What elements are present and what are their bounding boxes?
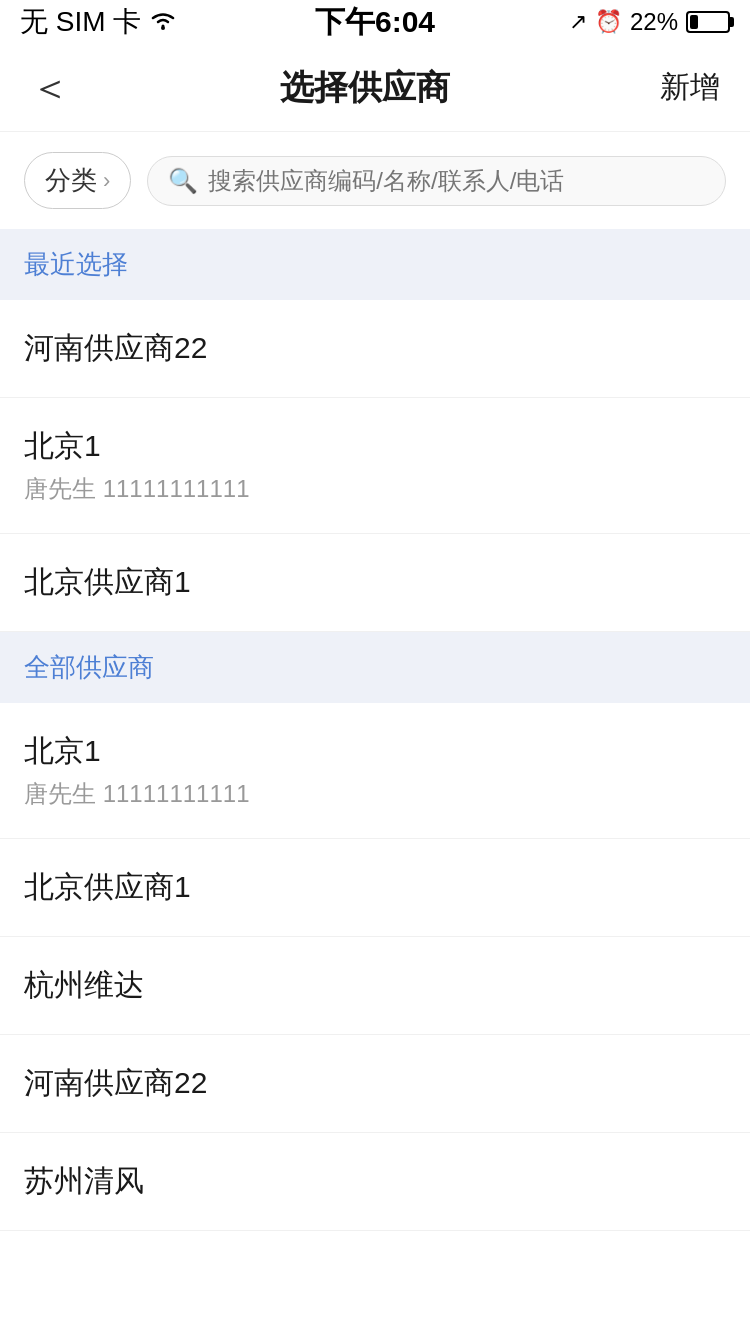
- page-title: 选择供应商: [280, 65, 450, 111]
- list-item[interactable]: 北京供应商1: [0, 839, 750, 937]
- recent-list: 河南供应商22 北京1 唐先生 11111111111 北京供应商1: [0, 300, 750, 632]
- supplier-sub: 唐先生 11111111111: [24, 778, 726, 810]
- battery-percent: 22%: [630, 8, 678, 36]
- carrier-label: 无 SIM 卡: [20, 3, 141, 41]
- supplier-name: 杭州维达: [24, 965, 726, 1006]
- category-label: 分类: [45, 163, 97, 198]
- category-button[interactable]: 分类 ›: [24, 152, 131, 209]
- list-item[interactable]: 苏州清风: [0, 1133, 750, 1231]
- supplier-name: 北京1: [24, 731, 726, 772]
- search-input-wrap[interactable]: 🔍: [147, 156, 726, 206]
- supplier-name: 北京供应商1: [24, 867, 726, 908]
- list-item[interactable]: 河南供应商22: [0, 1035, 750, 1133]
- svg-point-0: [161, 26, 165, 30]
- search-icon: 🔍: [168, 167, 198, 195]
- list-item[interactable]: 杭州维达: [0, 937, 750, 1035]
- nav-bar: ＜ 选择供应商 新增: [0, 44, 750, 132]
- chevron-icon: ›: [103, 168, 110, 194]
- all-label: 全部供应商: [24, 652, 154, 682]
- recent-label: 最近选择: [24, 249, 128, 279]
- supplier-name: 北京供应商1: [24, 562, 726, 603]
- supplier-name: 苏州清风: [24, 1161, 726, 1202]
- back-button[interactable]: ＜: [30, 60, 70, 115]
- status-icons: ↗ ⏰ 22%: [569, 8, 730, 36]
- battery-icon: [686, 11, 730, 33]
- add-button[interactable]: 新增: [660, 67, 720, 108]
- supplier-name: 北京1: [24, 426, 726, 467]
- supplier-name: 河南供应商22: [24, 1063, 726, 1104]
- alarm-icon: ⏰: [595, 9, 622, 35]
- all-section-header: 全部供应商: [0, 632, 750, 703]
- wifi-icon: [149, 6, 177, 38]
- time-display: 下午6:04: [315, 2, 435, 43]
- list-item[interactable]: 北京1 唐先生 11111111111: [0, 398, 750, 534]
- list-item[interactable]: 河南供应商22: [0, 300, 750, 398]
- carrier-info: 无 SIM 卡: [20, 3, 177, 41]
- list-item[interactable]: 北京1 唐先生 11111111111: [0, 703, 750, 839]
- search-bar: 分类 › 🔍: [0, 132, 750, 229]
- search-input[interactable]: [208, 167, 705, 195]
- all-list: 北京1 唐先生 11111111111 北京供应商1 杭州维达河南供应商22 苏州清风: [0, 703, 750, 1231]
- list-item[interactable]: 北京供应商1: [0, 534, 750, 632]
- supplier-sub: 唐先生 11111111111: [24, 473, 726, 505]
- supplier-name: 河南供应商22: [24, 328, 726, 369]
- location-icon: ↗: [569, 9, 587, 35]
- recent-section-header: 最近选择: [0, 229, 750, 300]
- status-bar: 无 SIM 卡 下午6:04 ↗ ⏰ 22%: [0, 0, 750, 44]
